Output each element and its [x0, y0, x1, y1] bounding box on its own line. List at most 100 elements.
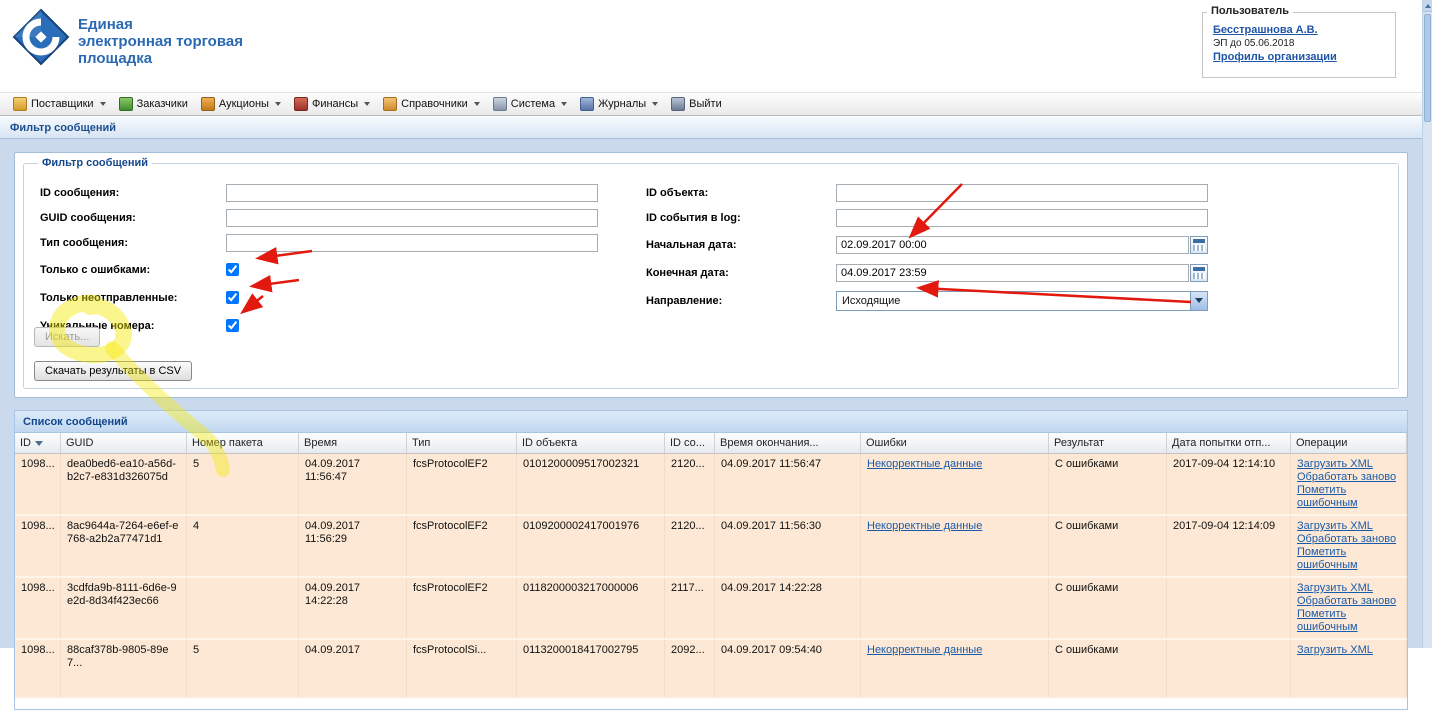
search-button[interactable]: Искать...: [34, 327, 101, 347]
messages-grid-panel: Список сообщений ID GUID Номер пакета Вр…: [14, 410, 1408, 710]
finance-icon: [293, 97, 308, 111]
column-header-type[interactable]: Тип: [407, 433, 517, 453]
direction-selected-value: Исходящие: [842, 294, 901, 307]
filter-row-id-msg: ID сообщения:: [40, 181, 630, 205]
only-unsent-checkbox[interactable]: [226, 291, 239, 304]
column-header-packet[interactable]: Номер пакета: [187, 433, 299, 453]
cell-operations: Загрузить XML Обработать заново Пометить…: [1291, 454, 1407, 514]
column-header-time[interactable]: Время: [299, 433, 407, 453]
eets-logo-icon: [12, 8, 70, 69]
reprocess-link[interactable]: Обработать заново: [1297, 533, 1396, 545]
menu-item-exit[interactable]: Выйти: [666, 95, 730, 113]
id-obj-label: ID объекта:: [646, 187, 709, 199]
org-profile-link[interactable]: Профиль организации: [1213, 50, 1385, 64]
scroll-up-icon[interactable]: [1423, 0, 1432, 12]
menu-item-catalogs[interactable]: Справочники: [378, 95, 488, 113]
calendar-icon[interactable]: [1190, 235, 1208, 254]
mark-error-link[interactable]: Пометить ошибочным: [1297, 608, 1358, 633]
filter-row-type-msg: Тип сообщения:: [40, 231, 630, 255]
cell-attempt-date: 2017-09-04 12:14:09: [1167, 516, 1291, 576]
column-header-operations[interactable]: Операции: [1291, 433, 1407, 453]
column-header-errors[interactable]: Ошибки: [861, 433, 1049, 453]
calendar-icon[interactable]: [1190, 263, 1208, 282]
direction-label: Направление:: [646, 294, 723, 307]
dropdown-arrow-icon[interactable]: [1190, 291, 1207, 310]
menu-item-label: Выйти: [689, 98, 722, 110]
cell-result: С ошибками: [1049, 454, 1167, 514]
cell-id: 1098...: [15, 578, 61, 638]
error-details-link[interactable]: Некорректные данные: [867, 458, 982, 471]
table-row: 1098... 88caf378b-9805-89e7... 5 04.09.2…: [15, 640, 1407, 699]
menu-item-label: Заказчики: [136, 98, 188, 110]
main-menu: Поставщики Заказчики Аукционы Финансы Сп…: [0, 92, 1422, 116]
id-obj-input[interactable]: [836, 184, 1208, 202]
menu-item-label: Финансы: [311, 98, 359, 110]
menu-item-system[interactable]: Система: [488, 95, 575, 113]
column-header-attempt-date[interactable]: Дата попытки отп...: [1167, 433, 1291, 453]
load-xml-link[interactable]: Загрузить XML: [1297, 520, 1373, 532]
app-title-line1: Единая: [78, 16, 133, 33]
page-header: Единая электронная торговая площадка Пол…: [0, 0, 1422, 92]
load-xml-link[interactable]: Загрузить XML: [1297, 644, 1373, 656]
cell-time: 04.09.2017 11:56:47: [299, 454, 407, 514]
error-details-link[interactable]: Некорректные данные: [867, 520, 982, 533]
download-csv-button[interactable]: Скачать результаты в CSV: [34, 361, 193, 381]
cell-guid: 3cdfda9b-8111-6d6e-9e2d-8d34f423ec66: [61, 578, 187, 638]
id-event-label: ID события в log:: [646, 212, 741, 224]
column-header-id-so[interactable]: ID со...: [665, 433, 715, 453]
menu-item-journals[interactable]: Журналы: [575, 95, 666, 113]
user-cert-text: ЭП до 05.06.2018: [1213, 38, 1295, 49]
page-title: Фильтр сообщений: [0, 117, 1422, 139]
menu-item-auctions[interactable]: Аукционы: [196, 95, 289, 113]
filter-row-id-event: ID события в log:: [646, 206, 1232, 230]
only-errors-checkbox[interactable]: [226, 263, 239, 276]
cell-id-so: 2117...: [665, 578, 715, 638]
date-end-input[interactable]: [836, 263, 1189, 282]
direction-select[interactable]: Исходящие: [836, 290, 1208, 311]
menu-item-label: Справочники: [401, 98, 468, 110]
cell-end-time: 04.09.2017 14:22:28: [715, 578, 861, 638]
reprocess-link[interactable]: Обработать заново: [1297, 595, 1396, 607]
id-msg-input[interactable]: [226, 184, 598, 202]
unique-numbers-checkbox[interactable]: [226, 319, 239, 332]
filter-row-only-unsent: Только неотправленные:: [40, 284, 630, 311]
cell-guid: dea0bed6-ea10-a56d-b2c7-e831d326075d: [61, 454, 187, 514]
id-event-input[interactable]: [836, 209, 1208, 227]
reprocess-link[interactable]: Обработать заново: [1297, 471, 1396, 483]
filter-row-direction: Направление: Исходящие: [646, 287, 1232, 314]
filter-row-date-end: Конечная дата:: [646, 259, 1232, 286]
catalogs-icon: [383, 97, 398, 111]
menu-item-finance[interactable]: Финансы: [289, 95, 378, 113]
cell-errors: Некорректные данные: [861, 640, 1049, 697]
date-start-label: Начальная дата:: [646, 238, 737, 251]
error-details-link[interactable]: Некорректные данные: [867, 644, 982, 657]
guid-msg-input[interactable]: [226, 209, 598, 227]
load-xml-link[interactable]: Загрузить XML: [1297, 582, 1373, 594]
cell-packet: 5: [187, 640, 299, 697]
mark-error-link[interactable]: Пометить ошибочным: [1297, 546, 1358, 571]
user-name-link[interactable]: Бесстрашнова А.В.: [1213, 23, 1385, 37]
column-header-object-id[interactable]: ID объекта: [517, 433, 665, 453]
column-header-result[interactable]: Результат: [1049, 433, 1167, 453]
cell-result: С ошибками: [1049, 578, 1167, 638]
cell-type: fcsProtocolSi...: [407, 640, 517, 697]
filter-left-column: ID сообщения: GUID сообщения: Тип сообще…: [40, 181, 630, 340]
column-header-end-time[interactable]: Время окончания...: [715, 433, 861, 453]
sort-desc-icon: [35, 440, 43, 446]
cell-object-id: 0101200009517002321: [517, 454, 665, 514]
scrollbar-thumb[interactable]: [1424, 14, 1431, 122]
column-header-id[interactable]: ID: [15, 433, 61, 453]
cell-errors: Некорректные данные: [861, 516, 1049, 576]
filter-legend: Фильтр сообщений: [42, 157, 149, 169]
mark-error-link[interactable]: Пометить ошибочным: [1297, 484, 1358, 509]
cell-guid: 88caf378b-9805-89e7...: [61, 640, 187, 697]
suppliers-icon: [13, 97, 27, 111]
menu-item-suppliers[interactable]: Поставщики: [8, 95, 114, 113]
menu-item-customers[interactable]: Заказчики: [114, 95, 196, 113]
load-xml-link[interactable]: Загрузить XML: [1297, 458, 1373, 470]
column-header-guid[interactable]: GUID: [61, 433, 187, 453]
type-msg-input[interactable]: [226, 234, 598, 252]
date-start-input[interactable]: [836, 235, 1189, 254]
cell-operations: Загрузить XML Обработать заново Пометить…: [1291, 516, 1407, 576]
vertical-scrollbar[interactable]: [1422, 0, 1432, 648]
